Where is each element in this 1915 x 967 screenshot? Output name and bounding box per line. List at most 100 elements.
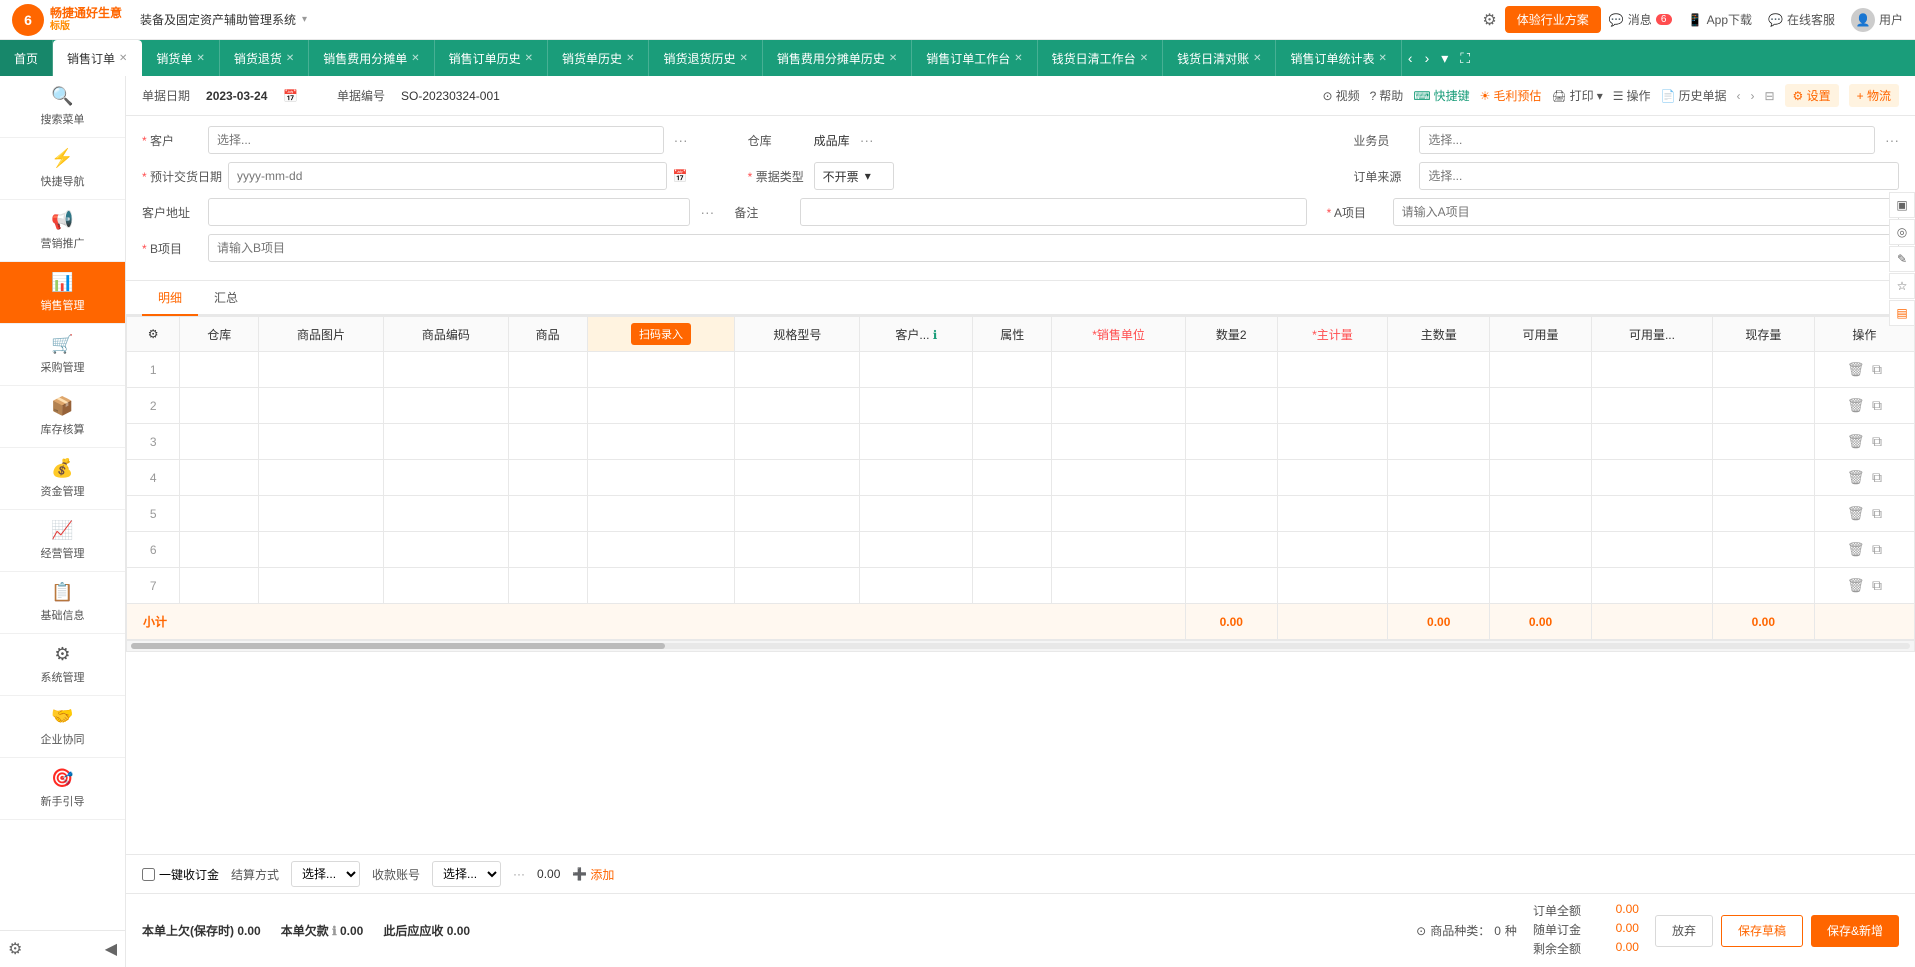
sidebar-item-guide[interactable]: 🎯 新手引导 <box>0 758 125 820</box>
scan-enter-btn[interactable]: 扫码录入 <box>631 323 691 345</box>
settings-icon[interactable]: ⚙ <box>1482 10 1496 30</box>
print-btn[interactable]: 🖨 打印 ▾ <box>1551 87 1602 104</box>
tab-close-icon[interactable]: ✕ <box>1014 53 1022 64</box>
customer-expand-btn[interactable]: ··· <box>674 132 688 148</box>
sidebar-item-purchase[interactable]: 🛒 采购管理 <box>0 324 125 386</box>
row-delete-btn[interactable]: 🗑 <box>1845 433 1867 450</box>
row-delete-btn[interactable]: 🗑 <box>1845 577 1867 594</box>
sidebar-settings-btn[interactable]: ⚙ <box>8 939 22 959</box>
row-delete-btn[interactable]: 🗑 <box>1845 469 1867 486</box>
rfp-btn-2[interactable]: ◎ <box>1889 219 1915 245</box>
address-expand-btn[interactable]: ··· <box>700 204 714 220</box>
customer-address-input[interactable] <box>208 198 690 226</box>
date-picker-icon[interactable]: 📅 <box>673 169 688 183</box>
payment-method-select[interactable]: 选择... <box>291 861 360 887</box>
tab-close-icon[interactable]: ✕ <box>889 53 897 64</box>
tab-close-icon[interactable]: ✕ <box>119 53 127 64</box>
tab-fullscreen-btn[interactable]: ⛶ <box>1454 50 1476 67</box>
settings-top-btn[interactable]: ⚙ 设置 <box>1785 84 1839 107</box>
tab-prev-btn[interactable]: ‹ <box>1402 50 1419 66</box>
profit-forecast-btn[interactable]: ☀ 毛利预估 <box>1480 87 1542 104</box>
tab-cash-reconcile[interactable]: 钱货日清对账 ✕ <box>1163 40 1276 76</box>
salesperson-expand-btn[interactable]: ··· <box>1885 132 1899 148</box>
a-project-input[interactable] <box>1393 198 1899 226</box>
rfp-btn-3[interactable]: ✎ <box>1889 246 1915 272</box>
row-copy-btn[interactable]: ⧉ <box>1870 577 1884 594</box>
tab-sales-receipt[interactable]: 销货单 ✕ <box>142 40 219 76</box>
operations-btn[interactable]: ☰ 操作 <box>1613 87 1651 104</box>
tab-return-history[interactable]: 销货退货历史 ✕ <box>649 40 762 76</box>
sidebar-item-marketing[interactable]: 📢 营销推广 <box>0 200 125 262</box>
row-copy-btn[interactable]: ⧉ <box>1870 541 1884 558</box>
logistics-btn[interactable]: + 物流 <box>1849 84 1899 107</box>
industry-btn[interactable]: 体验行业方案 <box>1505 6 1601 33</box>
sidebar-collapse-btn[interactable]: ◀ <box>105 939 117 959</box>
title-dropdown-icon[interactable]: ▾ <box>302 14 307 25</box>
row-delete-btn[interactable]: 🗑 <box>1845 397 1867 414</box>
app-download-btn[interactable]: 📱 App下载 <box>1688 11 1752 28</box>
tab-sales-order[interactable]: 销售订单 ✕ <box>53 40 142 76</box>
row-copy-btn[interactable]: ⧉ <box>1870 397 1884 414</box>
help-btn[interactable]: ? 帮助 <box>1370 87 1404 104</box>
scroll-thumb[interactable] <box>131 643 665 649</box>
remarks-input[interactable] <box>800 198 1306 226</box>
tab-close-icon[interactable]: ✕ <box>1253 53 1261 64</box>
sidebar-item-quick-nav[interactable]: ⚡ 快捷导航 <box>0 138 125 200</box>
table-container[interactable]: ⚙ 仓库 商品图片 商品编码 商品 扫码录入 规格型号 客户... ℹ 属性 *… <box>126 316 1915 854</box>
tab-expense-history[interactable]: 销售费用分摊单历史 ✕ <box>763 40 912 76</box>
row-copy-btn[interactable]: ⧉ <box>1870 361 1884 378</box>
online-service-btn[interactable]: 💬 在线客服 <box>1768 11 1835 28</box>
customer-input[interactable] <box>208 126 664 154</box>
shortcut-btn[interactable]: ⌨ 快捷键 <box>1413 87 1469 104</box>
one-click-checkout-checkbox[interactable] <box>142 868 155 881</box>
tab-sales-return[interactable]: 销货退货 ✕ <box>220 40 309 76</box>
tab-close-icon[interactable]: ✕ <box>1140 53 1148 64</box>
tab-close-icon[interactable]: ✕ <box>739 53 747 64</box>
col-scan[interactable]: 扫码录入 <box>587 317 735 352</box>
scroll-track[interactable] <box>131 643 1910 649</box>
tab-more-btn[interactable]: ▾ <box>1435 50 1454 67</box>
sidebar-item-ops[interactable]: 📈 经营管理 <box>0 510 125 572</box>
tab-cash-workbench[interactable]: 钱货日清工作台 ✕ <box>1038 40 1163 76</box>
save-new-btn[interactable]: 保存&新增 <box>1811 915 1899 947</box>
view-btn[interactable]: ⊙ 视频 <box>1323 87 1360 104</box>
receipt-account-select[interactable]: 选择... <box>432 861 501 887</box>
col-settings[interactable]: ⚙ <box>127 317 180 352</box>
tab-next-btn[interactable]: › <box>1419 50 1436 66</box>
tab-close-icon[interactable]: ✕ <box>411 53 419 64</box>
sidebar-item-inventory[interactable]: 📦 库存核算 <box>0 386 125 448</box>
delivery-date-input[interactable] <box>228 162 667 190</box>
history-btn[interactable]: 📄 历史单据 <box>1661 87 1727 104</box>
tab-home[interactable]: 首页 <box>0 40 53 76</box>
sidebar-item-search[interactable]: 🔍 搜索菜单 <box>0 76 125 138</box>
discard-btn[interactable]: 放弃 <box>1655 915 1713 947</box>
row-delete-btn[interactable]: 🗑 <box>1845 361 1867 378</box>
sidebar-item-enterprise[interactable]: 🤝 企业协同 <box>0 696 125 758</box>
tab-close-icon[interactable]: ✕ <box>525 53 533 64</box>
tab-summary[interactable]: 汇总 <box>198 281 254 316</box>
sidebar-item-capital[interactable]: 💰 资金管理 <box>0 448 125 510</box>
invoice-type-select[interactable]: 不开票 ▾ <box>814 162 894 190</box>
row-delete-btn[interactable]: 🗑 <box>1845 541 1867 558</box>
row-copy-btn[interactable]: ⧉ <box>1870 433 1884 450</box>
one-click-checkout-label[interactable]: 一键收订金 <box>142 866 219 883</box>
row-copy-btn[interactable]: ⧉ <box>1870 505 1884 522</box>
row-delete-btn[interactable]: 🗑 <box>1845 505 1867 522</box>
scroll-indicator[interactable] <box>126 640 1915 652</box>
warehouse-expand-btn[interactable]: ··· <box>860 132 874 148</box>
receipt-dots[interactable]: ··· <box>513 867 525 881</box>
rfp-btn-4[interactable]: ☆ <box>1889 273 1915 299</box>
calendar-icon[interactable]: 📅 <box>283 89 298 103</box>
tab-close-icon[interactable]: ✕ <box>626 53 634 64</box>
sidebar-item-sales[interactable]: 📊 销售管理 <box>0 262 125 324</box>
user-btn[interactable]: 👤 用户 <box>1851 8 1903 32</box>
tab-close-icon[interactable]: ✕ <box>196 53 204 64</box>
b-project-input[interactable] <box>208 234 1899 262</box>
tab-receipt-history[interactable]: 销货单历史 ✕ <box>548 40 649 76</box>
add-btn[interactable]: ➕ 添加 <box>572 866 614 883</box>
rfp-btn-1[interactable]: ▣ <box>1889 192 1915 218</box>
tab-detail[interactable]: 明细 <box>142 281 198 316</box>
sidebar-item-basic[interactable]: 📋 基础信息 <box>0 572 125 634</box>
row-copy-btn[interactable]: ⧉ <box>1870 469 1884 486</box>
save-draft-btn[interactable]: 保存草稿 <box>1721 915 1803 947</box>
